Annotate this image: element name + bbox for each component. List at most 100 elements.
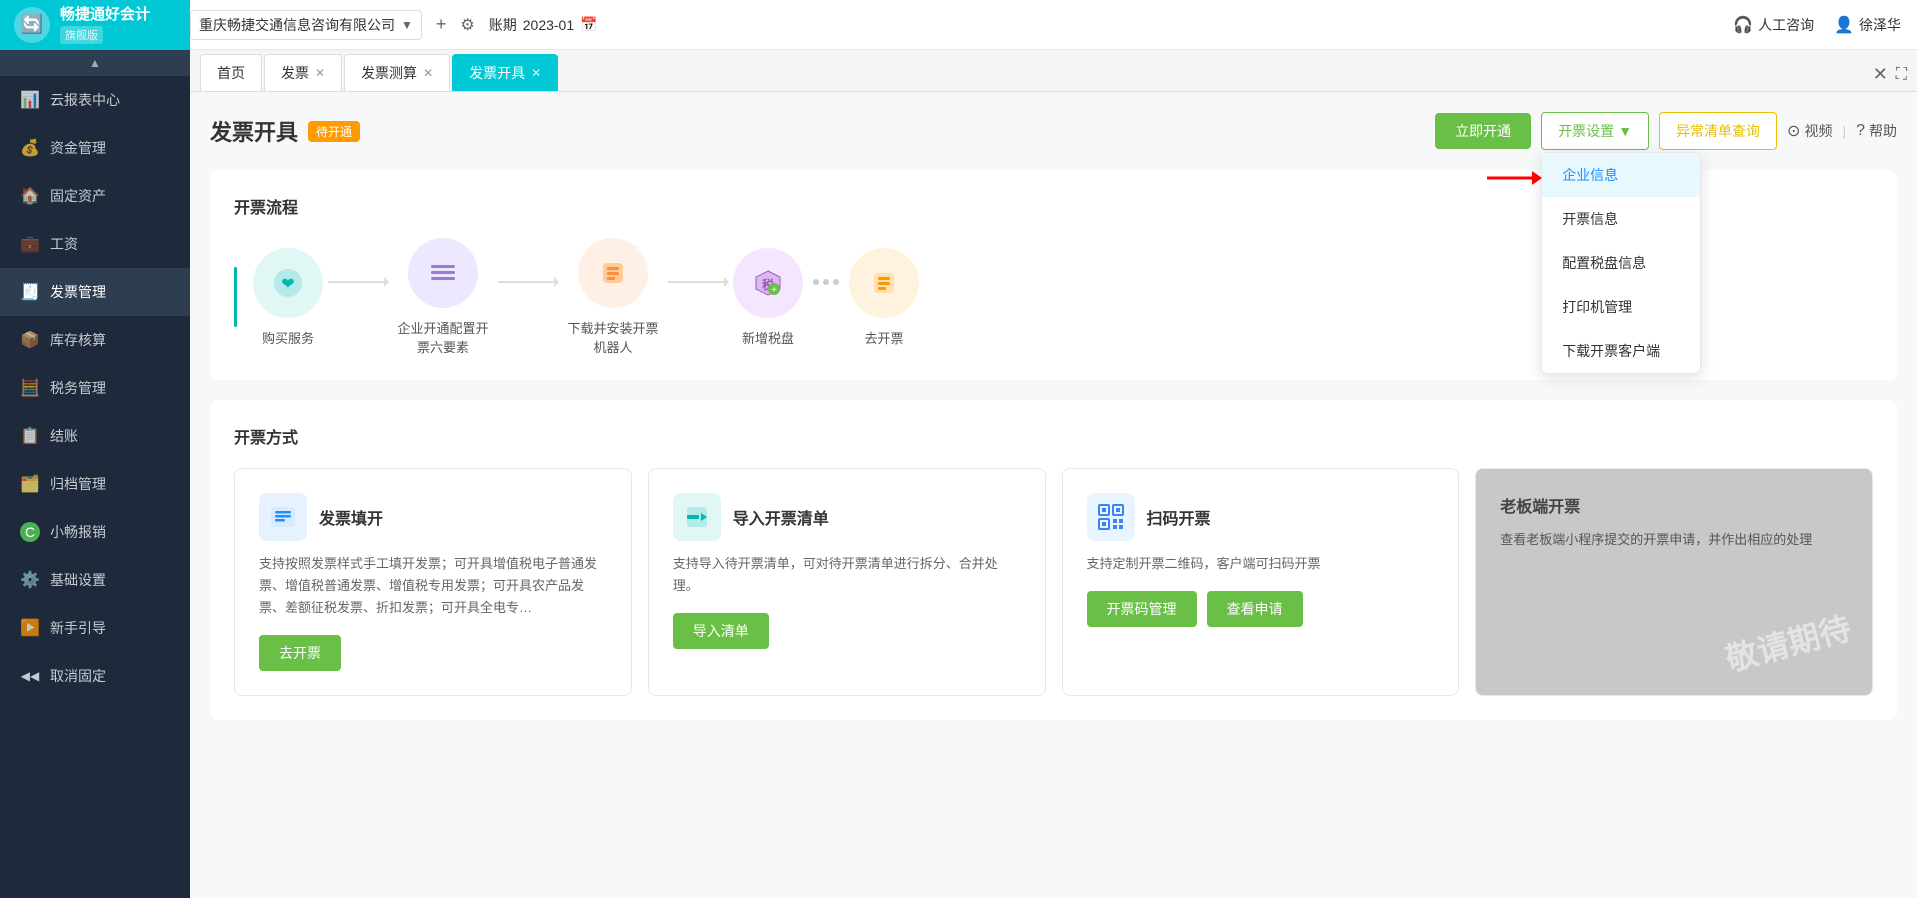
import-list-card: 导入开票清单 支持导入待开票清单，可对待开票清单进行拆分、合并处理。 导入清单 — [648, 468, 1046, 696]
settings-icon[interactable]: ⚙ — [460, 15, 474, 35]
human-consult-btn[interactable]: 🎧 人工咨询 — [1733, 15, 1814, 35]
card2-desc: 支持导入待开票清单，可对待开票清单进行拆分、合并处理。 — [673, 553, 1021, 597]
flow-step-2: 企业开通配置开票六要素 — [393, 238, 493, 356]
step4-icon: 税+ — [733, 248, 803, 318]
qr-invoice-card: 扫码开票 支持定制开票二维码，客户端可扫码开票 开票码管理 查看申请 — [1062, 468, 1460, 696]
sidebar-item-basic-settings[interactable]: ⚙️ 基础设置 — [0, 556, 190, 604]
tab-close-invoice[interactable]: ✕ — [315, 66, 325, 80]
inventory-icon: 📦 — [20, 330, 40, 350]
qr-manage-btn[interactable]: 开票码管理 — [1087, 591, 1197, 627]
activate-button[interactable]: 立即开通 — [1435, 113, 1531, 149]
sidebar-item-fund-management[interactable]: 💰 资金管理 — [0, 124, 190, 172]
sidebar-item-label: 结账 — [50, 426, 78, 446]
card3-title: 扫码开票 — [1147, 505, 1211, 529]
company-selector[interactable]: 重庆畅捷交通信息咨询有限公司 ▼ — [190, 10, 422, 40]
card2-title: 导入开票清单 — [733, 505, 829, 529]
tab-close-window[interactable]: ✕ — [1873, 64, 1888, 85]
fill-invoice-card: 发票填开 支持按照发票样式手工填开发票；可开具增值税电子普通发票、增值税普通发票… — [234, 468, 632, 696]
sidebar-item-label: 小畅报销 — [50, 522, 106, 542]
overlay-badge: 敬请期待 — [1720, 603, 1856, 681]
sidebar-item-tax-management[interactable]: 🧮 税务管理 — [0, 364, 190, 412]
sidebar-scroll-up[interactable]: ▲ — [0, 50, 190, 76]
red-arrow — [1482, 163, 1542, 193]
settings-btn-wrapper: 开票设置 ▼ 企业信息 — [1541, 112, 1649, 150]
username: 徐泽华 — [1859, 15, 1901, 35]
sidebar-item-expense[interactable]: C 小畅报销 — [0, 508, 190, 556]
chevron-down-icon: ▼ — [1618, 123, 1632, 139]
card4-title: 老板端开票 — [1500, 493, 1580, 517]
calendar-icon[interactable]: 📅 — [580, 16, 597, 33]
fill-invoice-icon — [259, 493, 307, 541]
flow-arrow-2 — [498, 281, 558, 283]
sidebar-item-label: 税务管理 — [50, 378, 106, 398]
flow-step-1: ❤ 购买服务 — [253, 248, 323, 347]
unpin-icon: ◀◀ — [20, 666, 40, 686]
tab-invoice-issue[interactable]: 发票开具 ✕ — [452, 54, 558, 91]
flow-divider — [234, 267, 237, 327]
sidebar-item-unpin[interactable]: ◀◀ 取消固定 — [0, 652, 190, 700]
import-list-btn[interactable]: 导入清单 — [673, 613, 769, 649]
sidebar: ▲ 📊 云报表中心 💰 资金管理 🏠 固定资产 💼 工资 🧾 发票管理 📦 库存… — [0, 50, 190, 898]
tab-maximize[interactable]: ⛶ — [1896, 66, 1907, 84]
fixed-assets-icon: 🏠 — [20, 186, 40, 206]
app-name: 畅捷通好会计 — [60, 5, 150, 25]
card4-desc: 查看老板端小程序提交的开票申请，并作出相应的处理 — [1500, 529, 1848, 551]
sidebar-item-inventory[interactable]: 📦 库存核算 — [0, 316, 190, 364]
sidebar-item-label: 基础设置 — [50, 570, 106, 590]
dropdown-item-download-client[interactable]: 下载开票客户端 — [1542, 329, 1700, 373]
logo-icon: 🔄 — [14, 7, 50, 43]
step3-label: 下载并安装开票机器人 — [563, 318, 663, 356]
sidebar-item-cloud-reports[interactable]: 📊 云报表中心 — [0, 76, 190, 124]
dropdown-item-invoice-info[interactable]: 开票信息 — [1542, 197, 1700, 241]
page-header: 发票开具 待开通 立即开通 开票设置 ▼ — [210, 112, 1897, 150]
top-bar: 🔄 畅捷通好会计 旗舰版 重庆畅捷交通信息咨询有限公司 ▼ + ⚙ 账期 202… — [0, 0, 1917, 50]
tax-icon: 🧮 — [20, 378, 40, 398]
card3-header: 扫码开票 — [1087, 493, 1435, 541]
step5-icon — [849, 248, 919, 318]
sidebar-item-salary[interactable]: 💼 工资 — [0, 220, 190, 268]
sidebar-item-label: 发票管理 — [50, 282, 106, 302]
sidebar-item-fixed-assets[interactable]: 🏠 固定资产 — [0, 172, 190, 220]
fill-invoice-btn[interactable]: 去开票 — [259, 635, 341, 671]
dropdown-item-company-info[interactable]: 企业信息 — [1542, 153, 1700, 197]
status-badge: 待开通 — [308, 121, 360, 142]
page-title-area: 发票开具 待开通 — [210, 115, 360, 147]
flow-step-5: 去开票 — [849, 248, 919, 347]
settings-button[interactable]: 开票设置 ▼ — [1541, 112, 1649, 150]
salary-icon: 💼 — [20, 234, 40, 254]
guide-icon: ▶️ — [20, 618, 40, 638]
headset-icon: 🎧 — [1733, 15, 1753, 35]
sidebar-item-label: 云报表中心 — [50, 90, 120, 110]
sidebar-item-label: 资金管理 — [50, 138, 106, 158]
sidebar-item-closing[interactable]: 📋 结账 — [0, 412, 190, 460]
flow-arrow-1 — [328, 281, 388, 283]
exception-query-button[interactable]: 异常清单查询 — [1659, 112, 1777, 150]
add-company-icon[interactable]: + — [436, 14, 447, 35]
tab-invoice-calc[interactable]: 发票测算 ✕ — [344, 54, 450, 91]
help-button[interactable]: ? 帮助 — [1856, 121, 1897, 141]
dropdown-item-tax-device[interactable]: 配置税盘信息 — [1542, 241, 1700, 285]
view-apply-btn[interactable]: 查看申请 — [1207, 591, 1303, 627]
flow-dots — [813, 279, 839, 285]
tab-close-calc[interactable]: ✕ — [423, 66, 433, 80]
period-label: 账期 — [489, 15, 517, 35]
flow-arrow-3 — [668, 281, 728, 283]
sidebar-item-label: 取消固定 — [50, 666, 106, 686]
chevron-down-icon: ▼ — [401, 18, 413, 32]
card1-desc: 支持按照发票样式手工填开发票；可开具增值税电子普通发票、增值税普通发票、增值税专… — [259, 553, 607, 619]
page-content: 发票开具 待开通 立即开通 开票设置 ▼ — [190, 92, 1917, 898]
tab-close-issue[interactable]: ✕ — [531, 66, 541, 80]
cloud-reports-icon: 📊 — [20, 90, 40, 110]
video-button[interactable]: ⊙ 视频 — [1787, 121, 1832, 141]
dropdown-item-printer[interactable]: 打印机管理 — [1542, 285, 1700, 329]
play-icon: ⊙ — [1787, 121, 1800, 141]
user-area[interactable]: 👤 徐泽华 — [1834, 15, 1901, 35]
tab-invoice[interactable]: 发票 ✕ — [264, 54, 342, 91]
sidebar-item-archive[interactable]: 🗂️ 归档管理 — [0, 460, 190, 508]
svg-text:+: + — [771, 285, 777, 296]
settings-dropdown: 企业信息 开票信息 配置税盘信息 打印机管理 — [1541, 152, 1701, 374]
sidebar-item-guide[interactable]: ▶️ 新手引导 — [0, 604, 190, 652]
sidebar-item-invoice-management[interactable]: 🧾 发票管理 — [0, 268, 190, 316]
expense-icon: C — [20, 522, 40, 542]
tab-home[interactable]: 首页 — [200, 54, 262, 91]
